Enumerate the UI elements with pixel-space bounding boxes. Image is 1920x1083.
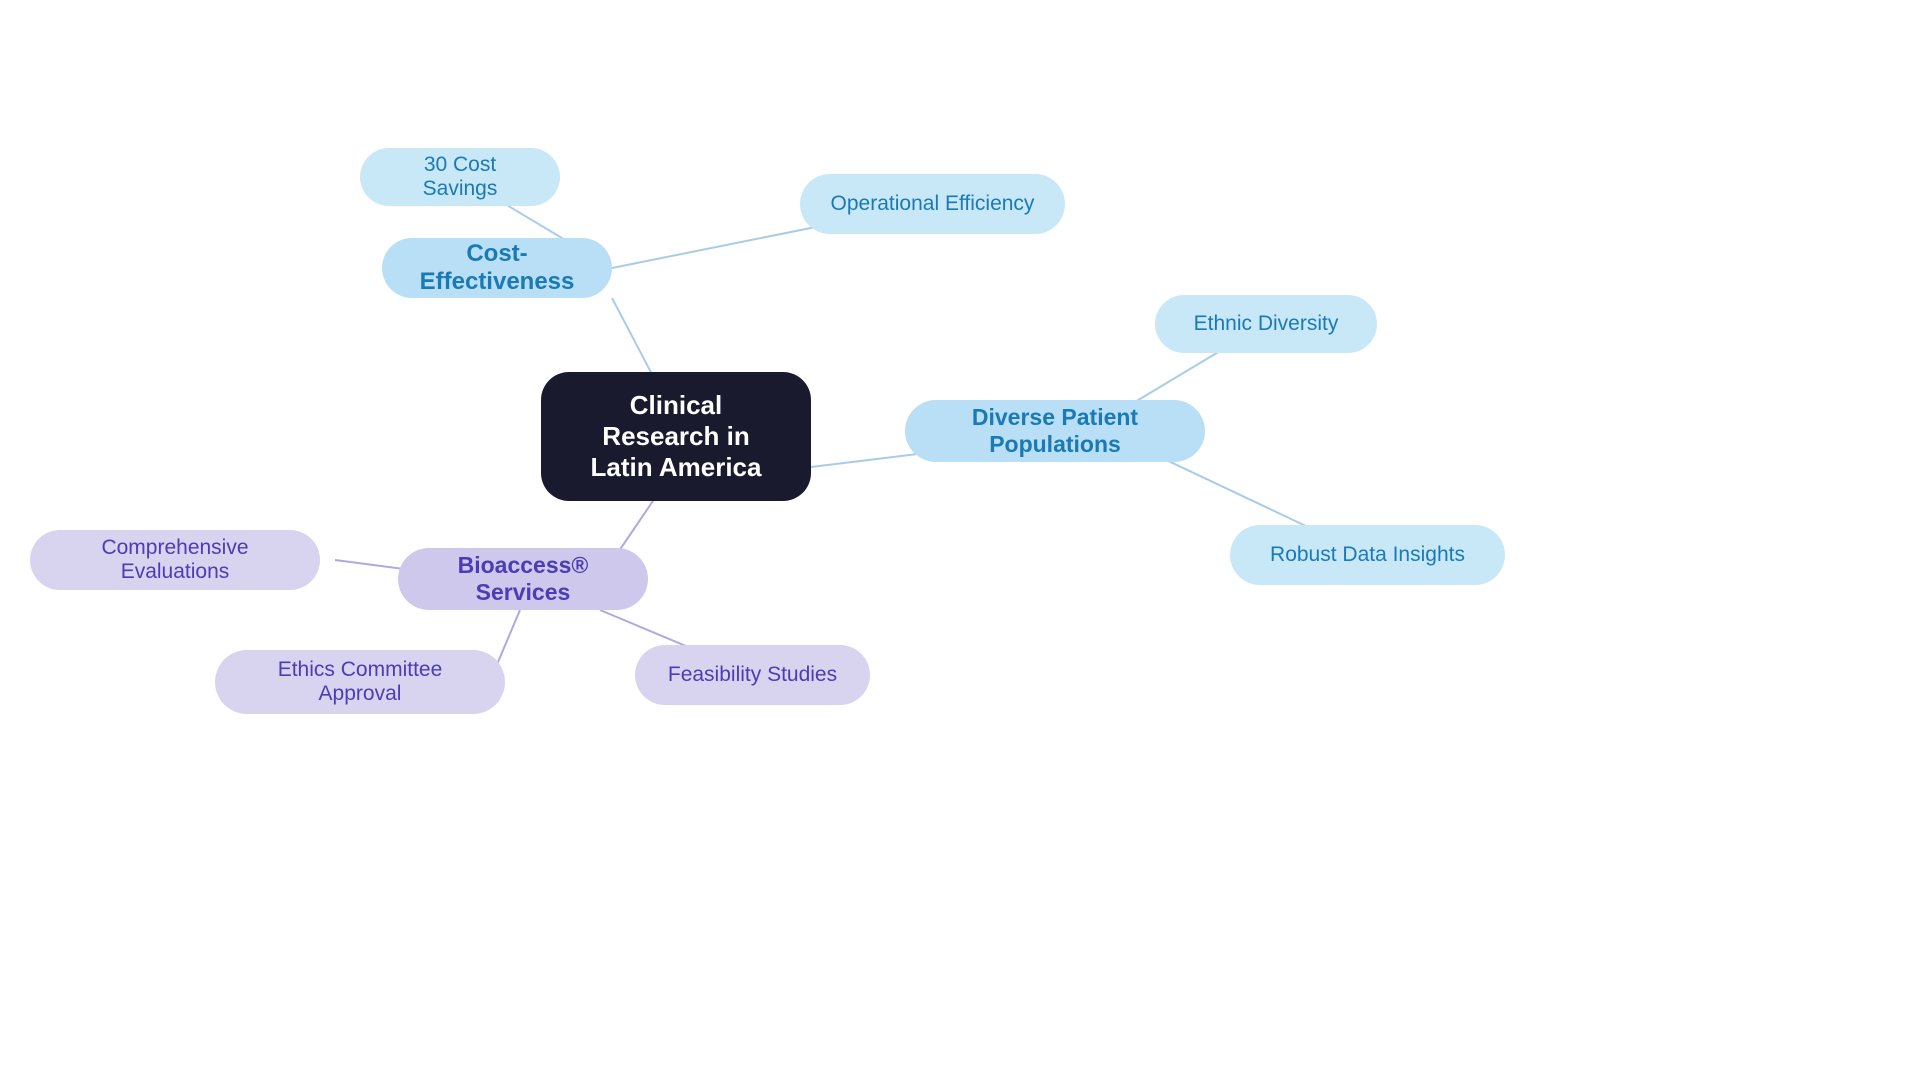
feasibility-studies-node[interactable]: Feasibility Studies [635, 645, 870, 705]
robust-data-node[interactable]: Robust Data Insights [1230, 525, 1505, 585]
center-node[interactable]: Clinical Research in Latin America [541, 372, 811, 501]
ethics-committee-node[interactable]: Ethics Committee Approval [215, 650, 505, 714]
ethnic-diversity-node[interactable]: Ethnic Diversity [1155, 295, 1377, 353]
cost-effectiveness-node[interactable]: Cost-Effectiveness [382, 238, 612, 298]
comprehensive-evaluations-node[interactable]: Comprehensive Evaluations [30, 530, 320, 590]
operational-efficiency-node[interactable]: Operational Efficiency [800, 174, 1065, 234]
bioaccess-services-node[interactable]: Bioaccess® Services [398, 548, 648, 610]
diverse-patient-node[interactable]: Diverse Patient Populations [905, 400, 1205, 462]
cost-savings-node[interactable]: 30 Cost Savings [360, 148, 560, 206]
